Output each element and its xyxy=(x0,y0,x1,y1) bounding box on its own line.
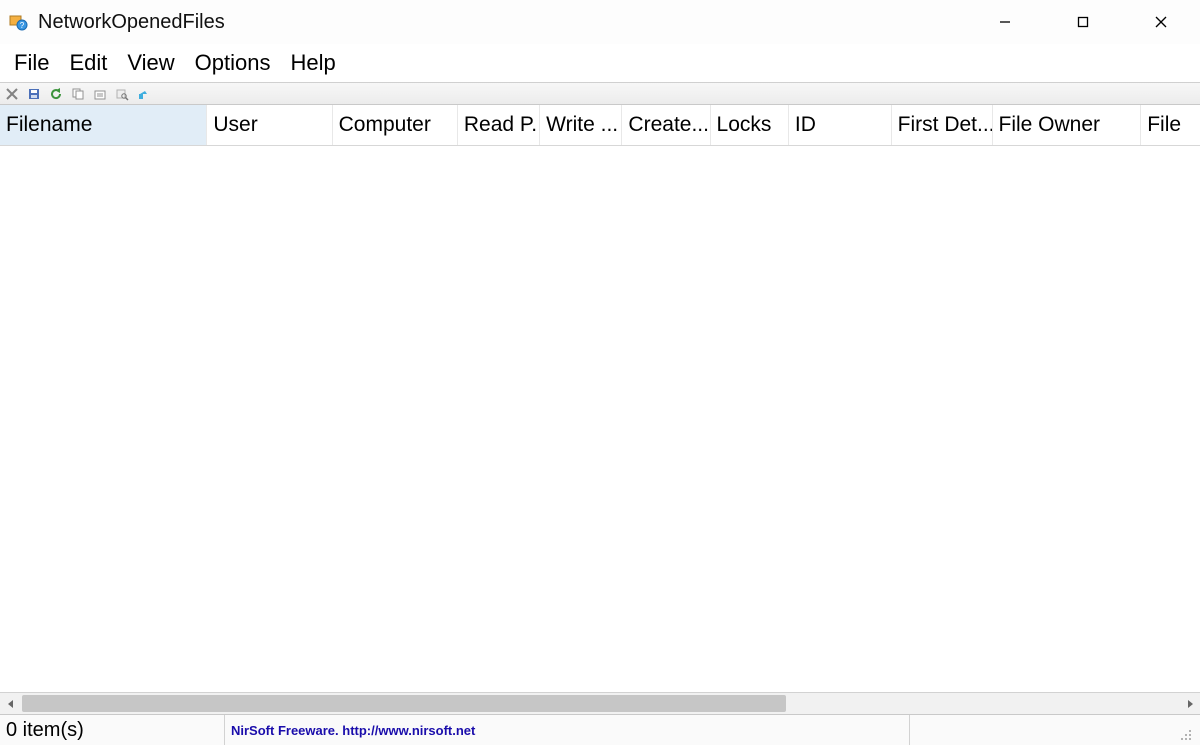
column-user[interactable]: User xyxy=(207,105,332,145)
menu-edit[interactable]: Edit xyxy=(59,48,117,78)
find-icon[interactable] xyxy=(114,86,130,102)
scroll-right-arrow-icon[interactable] xyxy=(1179,693,1200,714)
status-item-count: 0 item(s) xyxy=(0,715,225,745)
column-computer[interactable]: Computer xyxy=(333,105,458,145)
scroll-left-arrow-icon[interactable] xyxy=(0,693,21,714)
scrollbar-thumb[interactable] xyxy=(22,695,786,712)
menu-options[interactable]: Options xyxy=(185,48,281,78)
toolbar xyxy=(0,83,1200,105)
menubar: File Edit View Options Help xyxy=(0,44,1200,83)
copy-icon[interactable] xyxy=(70,86,86,102)
properties-icon[interactable] xyxy=(92,86,108,102)
column-first-detected[interactable]: First Det... xyxy=(892,105,993,145)
minimize-button[interactable] xyxy=(966,0,1044,44)
status-spacer xyxy=(910,715,1200,745)
donate-icon[interactable] xyxy=(136,86,152,102)
column-file[interactable]: File xyxy=(1141,105,1200,145)
column-headers: Filename User Computer Read P... Write .… xyxy=(0,105,1200,146)
refresh-icon[interactable] xyxy=(48,86,64,102)
column-id[interactable]: ID xyxy=(789,105,892,145)
column-file-owner[interactable]: File Owner xyxy=(993,105,1142,145)
svg-text:?: ? xyxy=(20,21,25,30)
column-filename[interactable]: Filename xyxy=(0,105,207,145)
app-window: ? NetworkOpenedFiles File Edit View Opti… xyxy=(0,0,1200,745)
window-controls xyxy=(966,0,1200,44)
maximize-button[interactable] xyxy=(1044,0,1122,44)
horizontal-scrollbar[interactable] xyxy=(0,692,1200,714)
app-title: NetworkOpenedFiles xyxy=(38,11,225,34)
app-icon: ? xyxy=(8,12,28,32)
scrollbar-track[interactable] xyxy=(21,693,1179,714)
menu-file[interactable]: File xyxy=(4,48,59,78)
statusbar: 0 item(s) NirSoft Freeware. http://www.n… xyxy=(0,714,1200,745)
column-read-permission[interactable]: Read P... xyxy=(458,105,540,145)
resize-grip-icon[interactable] xyxy=(1176,725,1194,743)
column-write-permission[interactable]: Write ... xyxy=(540,105,622,145)
column-created[interactable]: Create... xyxy=(622,105,710,145)
save-icon[interactable] xyxy=(26,86,42,102)
titlebar: ? NetworkOpenedFiles xyxy=(0,0,1200,44)
close-button[interactable] xyxy=(1122,0,1200,44)
status-footer-link[interactable]: NirSoft Freeware. http://www.nirsoft.net xyxy=(225,715,910,745)
menu-view[interactable]: View xyxy=(117,48,184,78)
grid-body[interactable] xyxy=(0,146,1200,692)
menu-help[interactable]: Help xyxy=(281,48,346,78)
close-sel-icon[interactable] xyxy=(4,86,20,102)
column-locks[interactable]: Locks xyxy=(711,105,789,145)
